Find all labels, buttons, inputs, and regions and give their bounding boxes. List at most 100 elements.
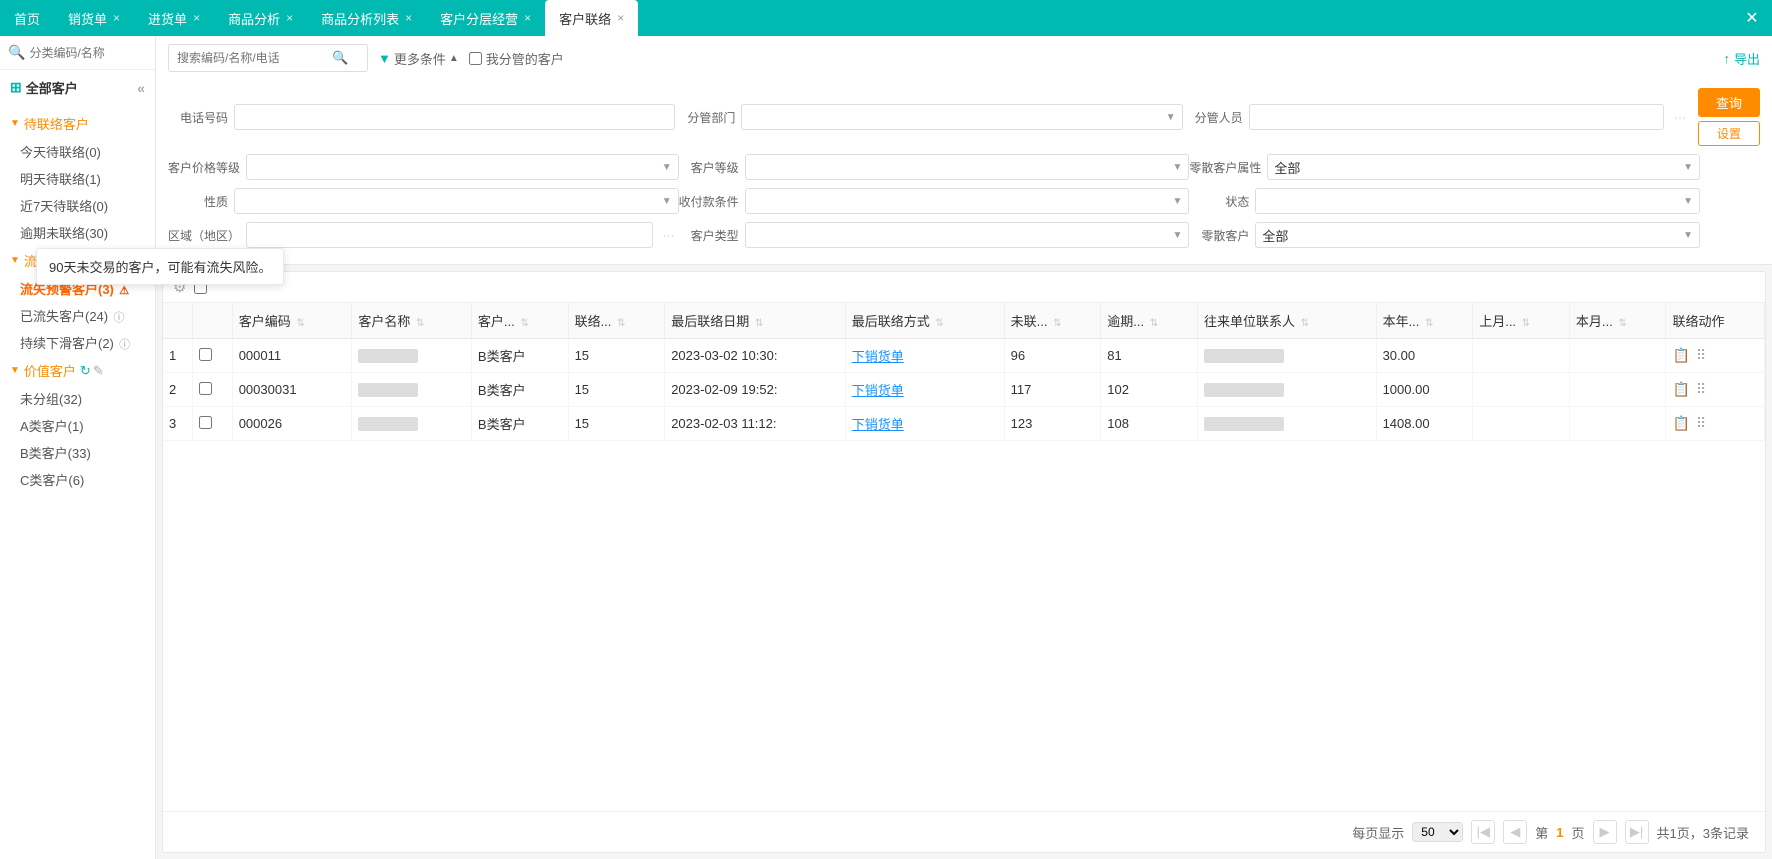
- tab-home[interactable]: 首页: [0, 0, 54, 36]
- search-input[interactable]: [177, 51, 332, 65]
- row-action-contact-icon[interactable]: 📋: [1672, 381, 1689, 398]
- row-checkbox[interactable]: [199, 416, 212, 429]
- sidebar-item-churned[interactable]: 已流失客户(24) ⓘ: [0, 302, 155, 329]
- sidebar-body: ▼ 待联络客户 今天待联络(0) 明天待联络(1) 近7天待联络(0) 逾期未联…: [0, 105, 155, 859]
- next-page-btn[interactable]: ▶: [1593, 820, 1617, 844]
- type-sort-icon[interactable]: ⇅: [520, 318, 528, 329]
- close-tab-product-list[interactable]: ×: [405, 11, 412, 25]
- close-tab-purchase[interactable]: ×: [193, 11, 200, 25]
- close-tab-customer-contact[interactable]: ×: [617, 11, 624, 25]
- search-icon[interactable]: 🔍: [332, 50, 348, 66]
- tab-product-analysis-list[interactable]: 商品分析列表 ×: [307, 0, 426, 36]
- dept-select-arrow: ▼: [1166, 112, 1176, 123]
- price-level-select[interactable]: ▼: [246, 154, 679, 180]
- sidebar-item-tomorrow-pending[interactable]: 明天待联络(1): [0, 165, 155, 192]
- tab-customer-contact[interactable]: 客户联络 ×: [545, 0, 638, 36]
- table-row: 2 00030031 B类客户 15 2023-02-09 19:52: 下销货…: [163, 373, 1765, 407]
- row-customer-type: B类客户: [471, 339, 568, 373]
- tab-customer-segment[interactable]: 客户分层经营 ×: [426, 0, 545, 36]
- phone-input[interactable]: [234, 104, 675, 130]
- not-contact-sort-icon[interactable]: ⇅: [1053, 318, 1061, 329]
- year-sort-icon[interactable]: ⇅: [1425, 318, 1433, 329]
- row-contact-way-link[interactable]: 下销货单: [852, 417, 904, 432]
- row-action-more-icon[interactable]: ⠿: [1696, 381, 1706, 398]
- settings-button[interactable]: 设置: [1698, 121, 1760, 146]
- sidebar-item-class-b[interactable]: B类客户(33): [0, 439, 155, 466]
- total-info: 共1页，3条记录: [1657, 823, 1749, 842]
- sidebar-item-class-c[interactable]: C类客户(6): [0, 466, 155, 493]
- sidebar-group-value[interactable]: ▼ 价值客户 ↻ ✎: [0, 356, 155, 385]
- contact-sort-icon[interactable]: ⇅: [617, 318, 625, 329]
- date-sort-icon[interactable]: ⇅: [755, 318, 763, 329]
- row-checkbox[interactable]: [199, 382, 212, 395]
- sidebar-item-class-a[interactable]: A类客户(1): [0, 412, 155, 439]
- payment-arrow: ▼: [1172, 196, 1182, 207]
- bottom-scrollbar[interactable]: [163, 801, 1765, 811]
- row-action-contact-icon[interactable]: 📋: [1672, 347, 1689, 364]
- zero-customer-select[interactable]: 全部 ▼: [1255, 222, 1700, 248]
- filter-bar: 🔍 ▼ 更多条件 ▲ 我分管的客户 ↑ 导出: [156, 36, 1772, 265]
- data-table: 客户编码 ⇅ 客户名称 ⇅ 客户... ⇅: [163, 303, 1765, 441]
- row-action-more-icon[interactable]: ⠿: [1696, 347, 1706, 364]
- tab-product-analysis[interactable]: 商品分析 ×: [214, 0, 307, 36]
- my-customers-checkbox[interactable]: [469, 52, 482, 65]
- value-edit-icon[interactable]: ✎: [93, 363, 104, 379]
- col-current-year: 本年... ⇅: [1376, 303, 1473, 339]
- last-month-sort-icon[interactable]: ⇅: [1522, 318, 1530, 329]
- manager-select[interactable]: [1249, 104, 1664, 130]
- payment-select[interactable]: ▼: [745, 188, 1190, 214]
- sidebar-item-today-pending[interactable]: 今天待联络(0): [0, 138, 155, 165]
- phone-label: 电话号码: [168, 109, 228, 126]
- sidebar-group-pending[interactable]: ▼ 待联络客户: [0, 109, 155, 138]
- way-sort-icon[interactable]: ⇅: [935, 318, 943, 329]
- code-sort-icon[interactable]: ⇅: [296, 318, 304, 329]
- zero-attr-select[interactable]: 全部 ▼: [1267, 154, 1700, 180]
- first-page-btn[interactable]: |◀: [1471, 820, 1495, 844]
- manager-extra-icon[interactable]: ···: [1670, 110, 1690, 124]
- row-checkbox[interactable]: [199, 348, 212, 361]
- page-size-select[interactable]: 50 100 200: [1412, 822, 1463, 842]
- row-action-more-icon[interactable]: ⠿: [1696, 415, 1706, 432]
- close-tab-customer-segment[interactable]: ×: [524, 11, 531, 25]
- prev-page-btn[interactable]: ◀: [1503, 820, 1527, 844]
- this-month-sort-icon[interactable]: ⇅: [1618, 318, 1626, 329]
- contacts-sort-icon[interactable]: ⇅: [1301, 318, 1309, 329]
- sidebar-root-label: 全部客户: [26, 78, 78, 97]
- sidebar-collapse-icon[interactable]: «: [137, 80, 145, 96]
- row-contact-way-link[interactable]: 下销货单: [852, 383, 904, 398]
- declining-info-icon: ⓘ: [119, 339, 130, 351]
- sidebar-item-declining[interactable]: 持续下滑客户(2) ⓘ: [0, 329, 155, 356]
- customer-level-select[interactable]: ▼: [745, 154, 1190, 180]
- sidebar-search-input[interactable]: [29, 46, 156, 60]
- dept-select[interactable]: ▼: [741, 104, 1182, 130]
- sidebar-item-unclassified[interactable]: 未分组(32): [0, 385, 155, 412]
- window-close-button[interactable]: ✕: [1732, 0, 1772, 36]
- row-name: [352, 339, 472, 373]
- close-tab-sales-order[interactable]: ×: [113, 11, 120, 25]
- sidebar-item-overdue-pending[interactable]: 逾期未联络(30): [0, 219, 155, 246]
- more-conditions-toggle[interactable]: ▼ 更多条件 ▲: [378, 49, 459, 68]
- status-select[interactable]: ▼: [1255, 188, 1700, 214]
- close-tab-product-analysis[interactable]: ×: [286, 11, 293, 25]
- main-layout: 🔍 ⊞ 全部客户 « ▼ 待联络客户 今天待联络(0) 明天待联络(1) 近7: [0, 36, 1772, 859]
- row-contact-way-link[interactable]: 下销货单: [852, 349, 904, 364]
- status-label: 状态: [1189, 193, 1249, 210]
- value-refresh-icon[interactable]: ↻: [80, 363, 91, 379]
- row-action-contact-icon[interactable]: 📋: [1672, 415, 1689, 432]
- tab-sales-order[interactable]: 销货单 ×: [54, 0, 134, 36]
- customer-type-select[interactable]: ▼: [745, 222, 1190, 248]
- region-extra-icon[interactable]: ···: [659, 228, 679, 242]
- row-last-contact-way: 下销货单: [845, 407, 1004, 441]
- tab-purchase-order[interactable]: 进货单 ×: [134, 0, 214, 36]
- sidebar-item-7days-pending[interactable]: 近7天待联络(0): [0, 192, 155, 219]
- table-scroll[interactable]: 客户编码 ⇅ 客户名称 ⇅ 客户... ⇅: [163, 303, 1765, 801]
- row-last-month: [1473, 373, 1570, 407]
- last-page-btn[interactable]: ▶|: [1625, 820, 1649, 844]
- name-sort-icon[interactable]: ⇅: [416, 318, 424, 329]
- row-name-blurred: [358, 383, 418, 397]
- region-select[interactable]: [246, 222, 653, 248]
- overdue-sort-icon[interactable]: ⇅: [1150, 318, 1158, 329]
- gender-select[interactable]: ▼: [234, 188, 679, 214]
- export-button[interactable]: ↑ 导出: [1723, 49, 1760, 68]
- query-button[interactable]: 查询: [1698, 88, 1760, 117]
